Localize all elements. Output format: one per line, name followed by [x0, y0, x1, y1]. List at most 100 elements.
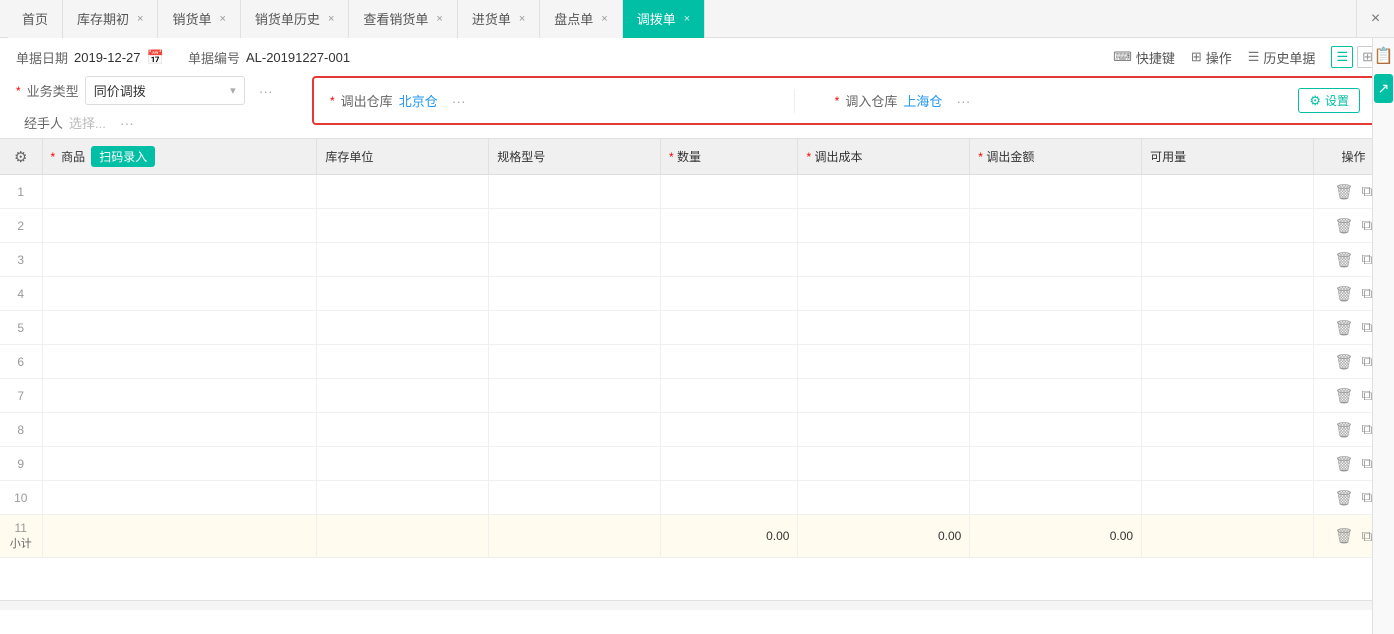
row-unit[interactable]	[317, 277, 489, 311]
copy-icon[interactable]: ⧉	[1362, 319, 1373, 336]
row-amount[interactable]	[970, 277, 1142, 311]
transfer-out-value[interactable]: 北京仓	[399, 91, 438, 110]
tab-sales-history-close[interactable]: ×	[328, 13, 334, 25]
row-product[interactable]	[42, 481, 317, 515]
row-spec[interactable]	[489, 243, 661, 277]
row-spec[interactable]	[489, 175, 661, 209]
calendar-icon[interactable]: 📅	[147, 49, 164, 66]
delete-icon[interactable]: 🗑	[1335, 527, 1354, 545]
row-cost[interactable]	[798, 243, 970, 277]
delete-icon[interactable]: 🗑	[1335, 421, 1354, 439]
row-unit[interactable]	[317, 447, 489, 481]
row-cost[interactable]	[798, 379, 970, 413]
row-qty[interactable]	[661, 379, 798, 413]
row-qty[interactable]	[661, 209, 798, 243]
row-spec[interactable]	[489, 345, 661, 379]
row-cost[interactable]	[798, 311, 970, 345]
handler-value[interactable]: 选择...	[69, 113, 106, 132]
delete-icon[interactable]: 🗑	[1335, 455, 1354, 473]
row-amount[interactable]	[970, 379, 1142, 413]
row-spec[interactable]	[489, 481, 661, 515]
tab-view-sales[interactable]: 查看销货单 ×	[349, 0, 457, 38]
row-cost[interactable]	[798, 209, 970, 243]
row-unit[interactable]	[317, 243, 489, 277]
row-amount[interactable]	[970, 345, 1142, 379]
row-cost[interactable]	[798, 175, 970, 209]
row-qty[interactable]	[661, 447, 798, 481]
copy-icon[interactable]: ⧉	[1362, 421, 1373, 438]
table-settings-icon[interactable]: ⚙	[14, 149, 27, 166]
tab-sales-order-close[interactable]: ×	[219, 13, 225, 25]
row-unit[interactable]	[317, 209, 489, 243]
delete-icon[interactable]: 🗑	[1335, 353, 1354, 371]
row-amount[interactable]	[970, 243, 1142, 277]
tab-home[interactable]: 首页	[8, 0, 63, 38]
row-unit[interactable]	[317, 481, 489, 515]
tab-sales-history[interactable]: 销货单历史 ×	[241, 0, 349, 38]
tab-transfer-close[interactable]: ×	[684, 13, 690, 25]
delete-icon[interactable]: 🗑	[1335, 319, 1354, 337]
row-product[interactable]	[42, 447, 317, 481]
scan-button[interactable]: 扫码录入	[91, 146, 155, 167]
delete-icon[interactable]: 🗑	[1335, 489, 1354, 507]
tab-purchase-order[interactable]: 进货单 ×	[458, 0, 540, 38]
row-qty[interactable]	[661, 243, 798, 277]
sidebar-export-icon[interactable]: ↗	[1374, 74, 1394, 103]
delete-icon[interactable]: 🗑	[1335, 387, 1354, 405]
business-type-select[interactable]: 同价调拨 ▾	[85, 76, 245, 105]
tab-transfer[interactable]: 调拨单 ×	[623, 0, 705, 38]
row-qty[interactable]	[661, 277, 798, 311]
copy-icon[interactable]: ⧉	[1362, 183, 1373, 200]
transfer-in-value[interactable]: 上海仓	[903, 91, 942, 110]
row-unit[interactable]	[317, 345, 489, 379]
row-qty[interactable]	[661, 311, 798, 345]
row-product[interactable]	[42, 379, 317, 413]
row-amount[interactable]	[970, 413, 1142, 447]
row-product[interactable]	[42, 175, 317, 209]
transfer-out-more-icon[interactable]: ···	[452, 93, 466, 109]
row-qty[interactable]	[661, 345, 798, 379]
row-amount[interactable]	[970, 311, 1142, 345]
copy-icon[interactable]: ⧉	[1362, 489, 1373, 506]
copy-icon[interactable]: ⧉	[1362, 353, 1373, 370]
copy-icon[interactable]: ⧉	[1362, 455, 1373, 472]
delete-icon[interactable]: 🗑	[1335, 251, 1354, 269]
tab-inventory-init[interactable]: 库存期初 ×	[63, 0, 158, 38]
operations-button[interactable]: ⊞ 操作	[1191, 48, 1232, 67]
row-spec[interactable]	[489, 277, 661, 311]
transfer-in-more-icon[interactable]: ···	[956, 93, 970, 109]
row-product[interactable]	[42, 311, 317, 345]
tab-view-sales-close[interactable]: ×	[436, 13, 442, 25]
handler-more-icon[interactable]: ···	[120, 115, 134, 131]
row-qty[interactable]	[661, 413, 798, 447]
tab-close-all-button[interactable]: ×	[1356, 0, 1394, 38]
delete-icon[interactable]: 🗑	[1335, 183, 1354, 201]
tab-inventory-close[interactable]: ×	[601, 13, 607, 25]
tab-purchase-order-close[interactable]: ×	[519, 13, 525, 25]
copy-icon[interactable]: ⧉	[1362, 217, 1373, 234]
row-product[interactable]	[42, 277, 317, 311]
row-product[interactable]	[42, 243, 317, 277]
row-unit[interactable]	[317, 175, 489, 209]
history-button[interactable]: ☰ 历史单据	[1248, 48, 1316, 67]
sidebar-doc-icon[interactable]: 📋	[1374, 46, 1394, 66]
setting-button[interactable]: ⚙ 设置	[1298, 88, 1360, 113]
row-unit[interactable]	[317, 413, 489, 447]
horizontal-scrollbar[interactable]	[0, 600, 1394, 610]
row-spec[interactable]	[489, 209, 661, 243]
row-spec[interactable]	[489, 413, 661, 447]
row-qty[interactable]	[661, 175, 798, 209]
row-amount[interactable]	[970, 209, 1142, 243]
shortcuts-button[interactable]: ⌨ 快捷键	[1113, 48, 1175, 67]
row-spec[interactable]	[489, 447, 661, 481]
row-cost[interactable]	[798, 481, 970, 515]
copy-icon[interactable]: ⧉	[1362, 387, 1373, 404]
view-list-icon[interactable]: ☰	[1331, 46, 1353, 68]
business-type-more-icon[interactable]: ···	[259, 83, 273, 99]
row-product[interactable]	[42, 413, 317, 447]
tab-inventory-init-close[interactable]: ×	[137, 13, 143, 25]
tab-sales-order[interactable]: 销货单 ×	[158, 0, 240, 38]
delete-icon[interactable]: 🗑	[1335, 285, 1354, 303]
delete-icon[interactable]: 🗑	[1335, 217, 1354, 235]
row-qty[interactable]	[661, 481, 798, 515]
